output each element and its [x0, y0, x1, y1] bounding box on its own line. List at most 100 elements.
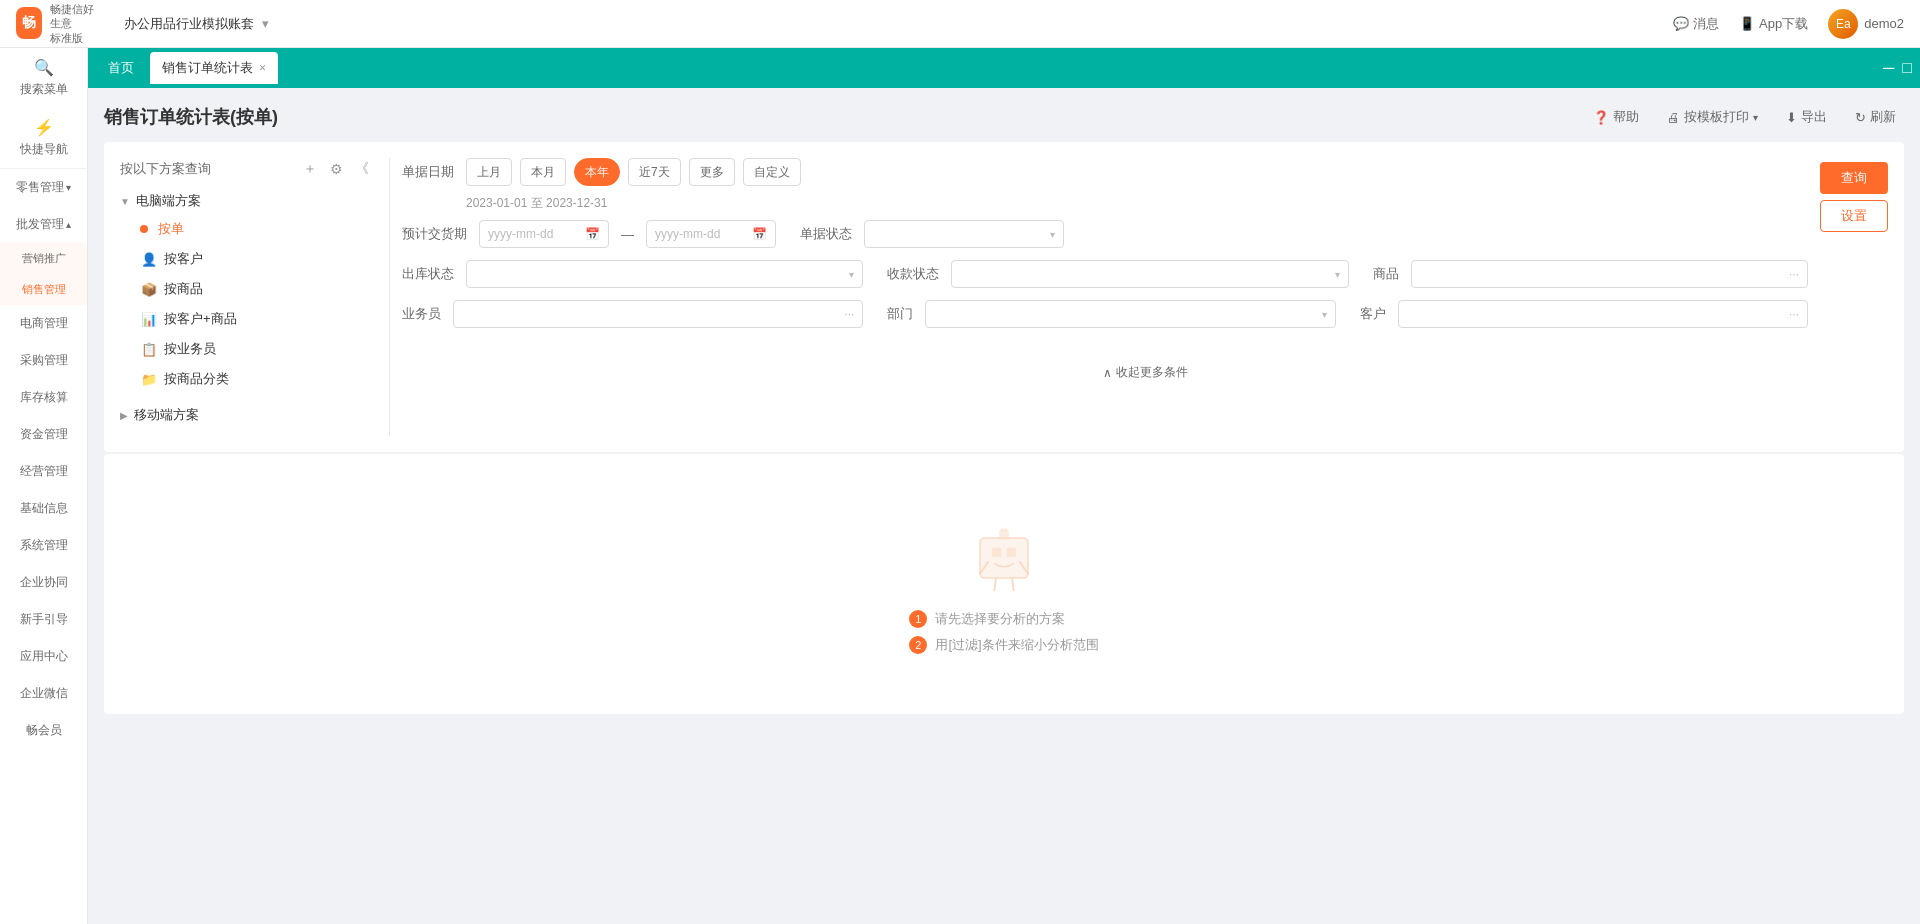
filter-row-expected-date: 预计交货期 yyyy-mm-dd 📅 — yyyy-mm-dd 📅 — [402, 220, 1808, 248]
customer-input[interactable]: ··· — [1398, 300, 1808, 328]
filter-row-status: 出库状态 ▾ 收款状态 ▾ — [402, 260, 1808, 288]
scheme-item-bycustprod[interactable]: 📊 按客户+商品 — [120, 304, 373, 334]
tab-bar-actions: ─ □ — [1883, 59, 1912, 77]
tab-minimize-btn[interactable]: ─ — [1883, 59, 1894, 77]
staff-dots: ··· — [844, 307, 854, 321]
date-last-month-btn[interactable]: 上月 — [466, 158, 512, 186]
print-btn[interactable]: 🖨 按模板打印 ▾ — [1659, 104, 1766, 130]
results-area: 1 请先选择要分析的方案 2 用[过滤]条件来缩小分析范围 — [104, 454, 1904, 714]
dept-label: 部门 — [887, 305, 913, 323]
receive-status-label: 收款状态 — [887, 265, 939, 283]
sidebar-search-section: 🔍 搜索菜单 ⚡ 快捷导航 — [0, 48, 87, 169]
refresh-btn[interactable]: ↻ 刷新 — [1847, 104, 1904, 130]
goods-input[interactable]: ··· — [1411, 260, 1808, 288]
user-menu[interactable]: Ea demo2 — [1828, 9, 1904, 39]
mobile-group-expand-icon: ▶ — [120, 410, 128, 421]
sidebar-item-basic[interactable]: 基础信息 — [0, 490, 87, 527]
group-expand-icon: ▼ — [120, 196, 130, 207]
empty-illustration — [964, 514, 1044, 594]
receive-status-select[interactable]: ▾ — [951, 260, 1348, 288]
out-status-select[interactable]: ▾ — [466, 260, 863, 288]
layout: 🔍 搜索菜单 ⚡ 快捷导航 零售管理 ▾ 批发管理 ▴ 营销推广 销售管理 电商 — [0, 0, 1920, 924]
date-label: 单据日期 — [402, 163, 454, 181]
query-btn[interactable]: 查询 — [1820, 162, 1888, 194]
staff-input[interactable]: ··· — [453, 300, 863, 328]
sidebar-item-marketing[interactable]: 营销推广 — [0, 243, 87, 274]
app-download-btn[interactable]: 📱 App下载 — [1739, 15, 1808, 33]
tab-sales-stat[interactable]: 销售订单统计表 × — [150, 52, 278, 84]
sidebar-item-quicknav[interactable]: ⚡ 快捷导航 — [0, 108, 87, 168]
staff-label: 业务员 — [402, 305, 441, 323]
scheme-item-bycategory[interactable]: 📁 按商品分类 — [120, 364, 373, 394]
message-icon: 💬 — [1673, 16, 1689, 31]
scheme-item-bycustomer[interactable]: 👤 按客户 — [120, 244, 373, 274]
help-btn[interactable]: ❓ 帮助 — [1585, 104, 1647, 130]
filter-row-date: 单据日期 上月 本月 本年 近7天 更多 自定义 — [402, 158, 1808, 186]
tab-maximize-btn[interactable]: □ — [1902, 59, 1912, 77]
sidebar-item-sales[interactable]: 销售管理 — [0, 274, 87, 305]
expected-date-start[interactable]: yyyy-mm-dd 📅 — [479, 220, 609, 248]
page: 销售订单统计表(按单) ❓ 帮助 🖨 按模板打印 ▾ ⬇ 导出 — [88, 88, 1920, 924]
date-more-btn[interactable]: 更多 — [689, 158, 735, 186]
sidebar-item-finance[interactable]: 资金管理 — [0, 416, 87, 453]
date-7days-btn[interactable]: 近7天 — [628, 158, 681, 186]
date-buttons: 上月 本月 本年 近7天 更多 自定义 — [466, 158, 801, 186]
sidebar-item-member[interactable]: 畅会员 — [0, 712, 87, 749]
sidebar-item-search[interactable]: 🔍 搜索菜单 — [0, 48, 87, 108]
logo: 畅 畅捷信好生意 标准版 — [16, 2, 104, 45]
tab-home[interactable]: 首页 — [96, 52, 146, 84]
empty-tip-2: 2 用[过滤]条件来缩小分析范围 — [909, 636, 1098, 654]
print-arrow-icon: ▾ — [1753, 112, 1758, 123]
sidebar-item-inventory[interactable]: 库存核算 — [0, 379, 87, 416]
sidebar-item-newbie[interactable]: 新手引导 — [0, 601, 87, 638]
date-custom-btn[interactable]: 自定义 — [743, 158, 801, 186]
scheme-collapse-btn[interactable]: 《 — [351, 158, 373, 180]
sidebar-item-purchase[interactable]: 采购管理 — [0, 342, 87, 379]
scheme-group-mobile-title[interactable]: ▶ 移动端方案 — [120, 402, 373, 428]
status-select-arrow: ▾ — [1050, 229, 1055, 240]
calendar-icon: 📅 — [585, 227, 600, 241]
receive-status-arrow: ▾ — [1335, 269, 1340, 280]
settings-btn[interactable]: 设置 — [1820, 200, 1888, 232]
expected-date-end[interactable]: yyyy-mm-dd 📅 — [646, 220, 776, 248]
page-header-actions: ❓ 帮助 🖨 按模板打印 ▾ ⬇ 导出 ↻ 刷新 — [1585, 104, 1904, 130]
sidebar-item-wholesale[interactable]: 批发管理 ▴ — [0, 206, 87, 243]
retail-arrow-icon: ▾ — [66, 182, 71, 193]
custprod-icon: 📊 — [140, 310, 158, 328]
print-icon: 🖨 — [1667, 110, 1680, 125]
sidebar-item-retail[interactable]: 零售管理 ▾ — [0, 169, 87, 206]
sidebar-item-system[interactable]: 系统管理 — [0, 527, 87, 564]
date-this-month-btn[interactable]: 本月 — [520, 158, 566, 186]
scheme-item-bystaff[interactable]: 📋 按业务员 — [120, 334, 373, 364]
status-label: 单据状态 — [800, 225, 852, 243]
sidebar-item-enterprise[interactable]: 企业协同 — [0, 564, 87, 601]
scheme-item-byproduct[interactable]: 📦 按商品 — [120, 274, 373, 304]
customer-icon: 👤 — [140, 250, 158, 268]
sidebar-item-business[interactable]: 经营管理 — [0, 453, 87, 490]
date-this-year-btn[interactable]: 本年 — [574, 158, 620, 186]
product-icon: 📦 — [140, 280, 158, 298]
right-filter-panel: 单据日期 上月 本月 本年 近7天 更多 自定义 — [402, 158, 1888, 436]
page-header: 销售订单统计表(按单) ❓ 帮助 🖨 按模板打印 ▾ ⬇ 导出 — [104, 104, 1904, 130]
scheme-add-btn[interactable]: ＋ — [299, 158, 321, 180]
tab-close-btn[interactable]: × — [259, 61, 266, 75]
calendar-icon2: 📅 — [752, 227, 767, 241]
goods-label: 商品 — [1373, 265, 1399, 283]
empty-tip-1: 1 请先选择要分析的方案 — [909, 610, 1098, 628]
export-btn[interactable]: ⬇ 导出 — [1778, 104, 1835, 130]
filter-row-staff: 业务员 ··· 部门 ▾ 客户 — [402, 300, 1808, 328]
expected-date-label: 预计交货期 — [402, 225, 467, 243]
sidebar-item-wechat[interactable]: 企业微信 — [0, 675, 87, 712]
sidebar-item-ecommerce[interactable]: 电商管理 — [0, 305, 87, 342]
scheme-group-pc-title[interactable]: ▼ 电脑端方案 — [120, 188, 373, 214]
svg-rect-0 — [980, 538, 1028, 578]
status-select[interactable]: ▾ — [864, 220, 1064, 248]
dept-select[interactable]: ▾ — [925, 300, 1335, 328]
sidebar-item-appcenter[interactable]: 应用中心 — [0, 638, 87, 675]
collapse-btn[interactable]: ∧ 收起更多条件 — [1091, 360, 1200, 385]
nav-dropdown-icon[interactable]: ▾ — [262, 16, 269, 31]
scheme-settings-btn[interactable]: ⚙ — [325, 158, 347, 180]
message-btn[interactable]: 💬 消息 — [1673, 15, 1719, 33]
scheme-item-byorder[interactable]: 按单 — [120, 214, 373, 244]
svg-line-7 — [994, 578, 996, 590]
